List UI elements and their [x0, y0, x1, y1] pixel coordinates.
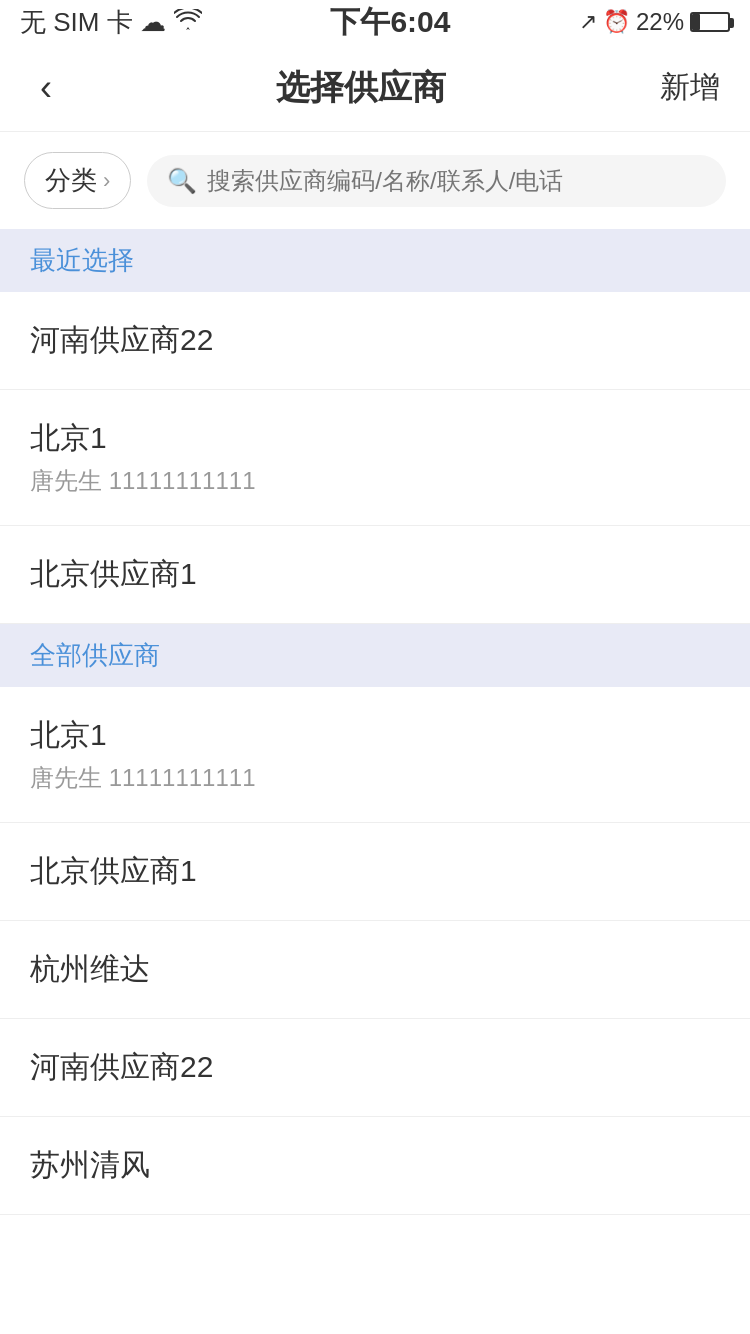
recent-section-header: 最近选择 [0, 229, 750, 292]
add-button[interactable]: 新增 [660, 67, 720, 108]
recent-section-label: 最近选择 [30, 245, 134, 275]
item-name: 苏州清风 [30, 1145, 720, 1186]
nav-bar: ‹ 选择供应商 新增 [0, 44, 750, 132]
list-item[interactable]: 河南供应商22 [0, 1019, 750, 1117]
category-filter[interactable]: 分类 › [24, 152, 131, 209]
filter-bar: 分类 › 🔍 [0, 132, 750, 229]
back-button[interactable]: ‹ [30, 57, 62, 119]
status-time: 下午6:04 [330, 2, 450, 43]
battery-percent: 22% [636, 8, 684, 36]
item-name: 北京1 [30, 715, 720, 756]
item-sub: 唐先生 11111111111 [30, 762, 720, 794]
no-sim-text: 无 SIM 卡 ☁ [20, 5, 166, 40]
recent-list: 河南供应商22 北京1 唐先生 11111111111 北京供应商1 [0, 292, 750, 624]
search-input[interactable] [207, 167, 706, 195]
item-name: 河南供应商22 [30, 320, 720, 361]
item-name: 北京供应商1 [30, 851, 720, 892]
search-icon: 🔍 [167, 167, 197, 195]
item-name: 北京1 [30, 418, 720, 459]
category-label: 分类 [45, 163, 97, 198]
item-name: 河南供应商22 [30, 1047, 720, 1088]
list-item[interactable]: 河南供应商22 [0, 292, 750, 390]
alarm-icon: ⏰ [603, 9, 630, 35]
location-icon: ↗ [579, 9, 597, 35]
list-item[interactable]: 苏州清风 [0, 1117, 750, 1215]
list-item[interactable]: 北京供应商1 [0, 823, 750, 921]
all-section-header: 全部供应商 [0, 624, 750, 687]
search-box[interactable]: 🔍 [147, 155, 726, 207]
item-name: 北京供应商1 [30, 554, 720, 595]
all-list: 北京1 唐先生 11111111111 北京供应商1 杭州维达河南供应商22 苏州清风 [0, 687, 750, 1215]
status-left: 无 SIM 卡 ☁ [20, 5, 202, 40]
status-right: ↗ ⏰ 22% [579, 8, 730, 36]
list-item[interactable]: 北京供应商1 [0, 526, 750, 624]
wifi-icon [174, 7, 202, 38]
item-name: 杭州维达 [30, 949, 720, 990]
all-section-label: 全部供应商 [30, 640, 160, 670]
list-item[interactable]: 北京1 唐先生 11111111111 [0, 390, 750, 526]
battery-icon [690, 12, 730, 32]
list-item[interactable]: 杭州维达 [0, 921, 750, 1019]
page-title: 选择供应商 [276, 65, 446, 111]
list-item[interactable]: 北京1 唐先生 11111111111 [0, 687, 750, 823]
chevron-right-icon: › [103, 168, 110, 194]
item-sub: 唐先生 11111111111 [30, 465, 720, 497]
status-bar: 无 SIM 卡 ☁ 下午6:04 ↗ ⏰ 22% [0, 0, 750, 44]
